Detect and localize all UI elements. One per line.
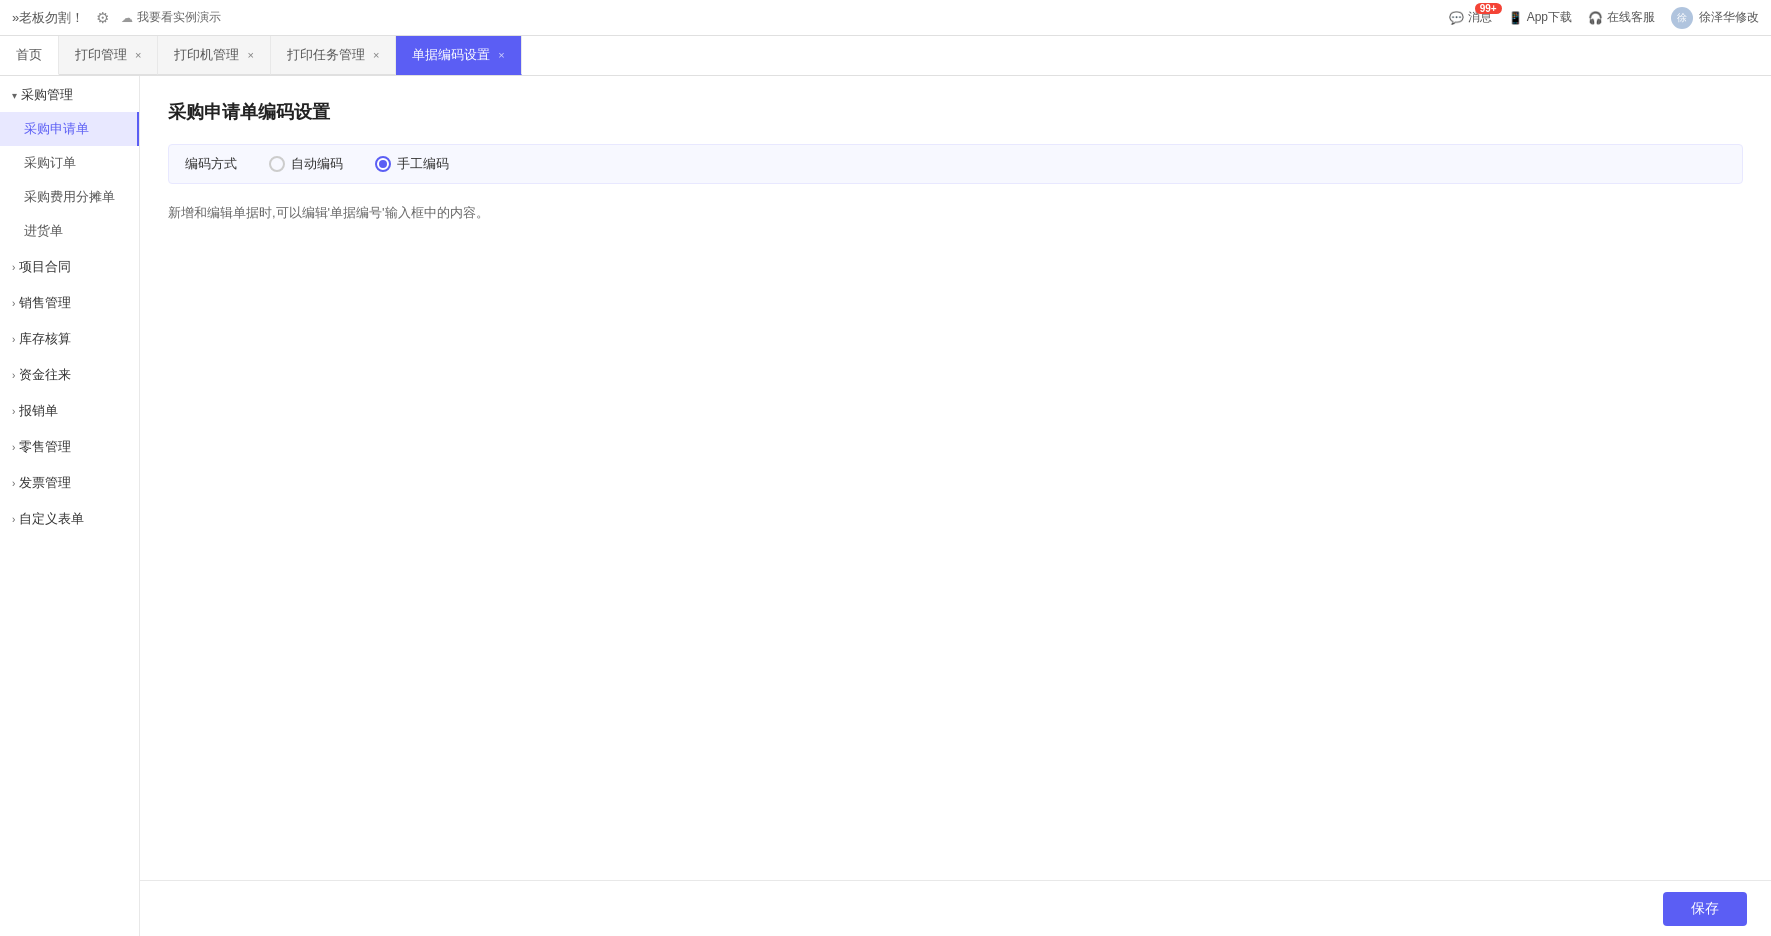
manual-coding-radio[interactable]	[375, 156, 391, 172]
page-title: 采购申请单编码设置	[168, 100, 1743, 124]
auto-coding-radio[interactable]	[269, 156, 285, 172]
tab-print-task-management-label: 打印任务管理	[287, 46, 365, 64]
sidebar-group-inventory-accounting[interactable]: › 库存核算	[0, 320, 139, 356]
sidebar-group-retail-management-label: 零售管理	[19, 438, 71, 456]
arrow-right-icon-inventory: ›	[12, 334, 15, 345]
sidebar-group-invoice-management-label: 发票管理	[19, 474, 71, 492]
arrow-right-icon-retail: ›	[12, 442, 15, 453]
cloud-icon: ☁	[121, 11, 133, 25]
content-area: 采购申请单编码设置 编码方式 自动编码 手工编码 新增和编辑单据时,可以编辑'单…	[140, 76, 1771, 936]
app-icon: 📱	[1508, 11, 1523, 25]
sidebar-item-purchase-order[interactable]: 采购订单	[0, 146, 139, 180]
online-service-label: 在线客服	[1607, 9, 1655, 26]
sidebar-group-capital-transaction-label: 资金往来	[19, 366, 71, 384]
sidebar-group-project-contract[interactable]: › 项目合同	[0, 248, 139, 284]
user-menu[interactable]: 徐 徐泽华修改	[1671, 7, 1759, 29]
sidebar-group-sales-management-label: 销售管理	[19, 294, 71, 312]
content-body: 采购申请单编码设置 编码方式 自动编码 手工编码 新增和编辑单据时,可以编辑'单…	[140, 76, 1771, 880]
coding-method-row: 编码方式 自动编码 手工编码	[168, 144, 1743, 184]
tab-home-label: 首页	[16, 46, 42, 64]
sidebar-group-purchasing-label: 采购管理	[21, 86, 73, 104]
description-text: 新增和编辑单据时,可以编辑'单据编号'输入框中的内容。	[168, 204, 1743, 222]
sidebar-group-purchasing-title[interactable]: ▾ 采购管理	[0, 76, 139, 112]
sidebar-item-purchase-expense[interactable]: 采购费用分摊单	[0, 180, 139, 214]
sidebar: ▾ 采购管理 采购申请单 采购订单 采购费用分摊单 进货单 › 项目合同 › 销…	[0, 76, 140, 936]
sidebar-group-sales-management[interactable]: › 销售管理	[0, 284, 139, 320]
manual-coding-option[interactable]: 手工编码	[375, 155, 449, 173]
brand-text[interactable]: »老板勿割！	[12, 9, 84, 27]
auto-coding-option[interactable]: 自动编码	[269, 155, 343, 173]
sidebar-item-purchase-request[interactable]: 采购申请单	[0, 112, 139, 146]
sidebar-group-expense-report[interactable]: › 报销单	[0, 392, 139, 428]
sidebar-group-project-contract-label: 项目合同	[19, 258, 71, 276]
sidebar-item-purchase-receipt[interactable]: 进货单	[0, 214, 139, 248]
top-bar-right: 💬 消息 99+ 📱 App下载 🎧 在线客服 徐 徐泽华修改	[1449, 7, 1759, 29]
tab-close-print-management[interactable]: ×	[135, 49, 141, 61]
arrow-right-icon-project: ›	[12, 262, 15, 273]
online-service-button[interactable]: 🎧 在线客服	[1588, 9, 1655, 26]
tab-printer-management-label: 打印机管理	[174, 46, 239, 64]
arrow-right-icon-sales: ›	[12, 298, 15, 309]
arrow-right-icon-custom: ›	[12, 514, 15, 525]
sidebar-group-inventory-accounting-label: 库存核算	[19, 330, 71, 348]
arrow-right-icon-capital: ›	[12, 370, 15, 381]
settings-icon[interactable]: ⚙	[96, 9, 109, 27]
arrow-right-icon-invoice: ›	[12, 478, 15, 489]
top-bar-left: »老板勿割！ ⚙ ☁ 我要看实例演示	[12, 9, 221, 27]
auto-coding-label: 自动编码	[291, 155, 343, 173]
tab-print-task-management[interactable]: 打印任务管理 ×	[271, 35, 396, 75]
tab-close-document-code-settings[interactable]: ×	[498, 49, 504, 61]
demo-text: 我要看实例演示	[137, 9, 221, 26]
message-button[interactable]: 💬 消息 99+	[1449, 9, 1492, 26]
sidebar-group-expense-report-label: 报销单	[19, 402, 58, 420]
sidebar-group-purchasing: ▾ 采购管理 采购申请单 采购订单 采购费用分摊单 进货单	[0, 76, 139, 248]
arrow-down-icon: ▾	[12, 90, 17, 101]
user-name: 徐泽华修改	[1699, 9, 1759, 26]
tab-print-management-label: 打印管理	[75, 46, 127, 64]
tab-home[interactable]: 首页	[0, 35, 59, 75]
tab-document-code-settings-label: 单据编码设置	[412, 46, 490, 64]
manual-coding-label: 手工编码	[397, 155, 449, 173]
message-icon: 💬	[1449, 11, 1464, 25]
avatar: 徐	[1671, 7, 1693, 29]
sidebar-group-invoice-management[interactable]: › 发票管理	[0, 464, 139, 500]
coding-method-label: 编码方式	[185, 155, 237, 173]
app-download-button[interactable]: 📱 App下载	[1508, 9, 1572, 26]
headset-icon: 🎧	[1588, 11, 1603, 25]
demo-link[interactable]: ☁ 我要看实例演示	[121, 9, 221, 26]
sidebar-group-retail-management[interactable]: › 零售管理	[0, 428, 139, 464]
save-button[interactable]: 保存	[1663, 892, 1747, 926]
tab-bar: 首页 打印管理 × 打印机管理 × 打印任务管理 × 单据编码设置 ×	[0, 36, 1771, 76]
sidebar-group-capital-transaction[interactable]: › 资金往来	[0, 356, 139, 392]
message-badge: 99+	[1475, 3, 1502, 14]
tab-print-management[interactable]: 打印管理 ×	[59, 35, 158, 75]
footer-bar: 保存	[140, 880, 1771, 936]
tab-close-printer-management[interactable]: ×	[247, 49, 253, 61]
main-layout: ▾ 采购管理 采购申请单 采购订单 采购费用分摊单 进货单 › 项目合同 › 销…	[0, 76, 1771, 936]
sidebar-group-custom-forms[interactable]: › 自定义表单	[0, 500, 139, 536]
app-download-label: App下载	[1527, 9, 1572, 26]
tab-close-print-task-management[interactable]: ×	[373, 49, 379, 61]
top-bar: »老板勿割！ ⚙ ☁ 我要看实例演示 💬 消息 99+ 📱 App下载 🎧 在线…	[0, 0, 1771, 36]
sidebar-group-custom-forms-label: 自定义表单	[19, 510, 84, 528]
tab-printer-management[interactable]: 打印机管理 ×	[158, 35, 270, 75]
arrow-right-icon-expense: ›	[12, 406, 15, 417]
tab-document-code-settings[interactable]: 单据编码设置 ×	[396, 35, 521, 75]
